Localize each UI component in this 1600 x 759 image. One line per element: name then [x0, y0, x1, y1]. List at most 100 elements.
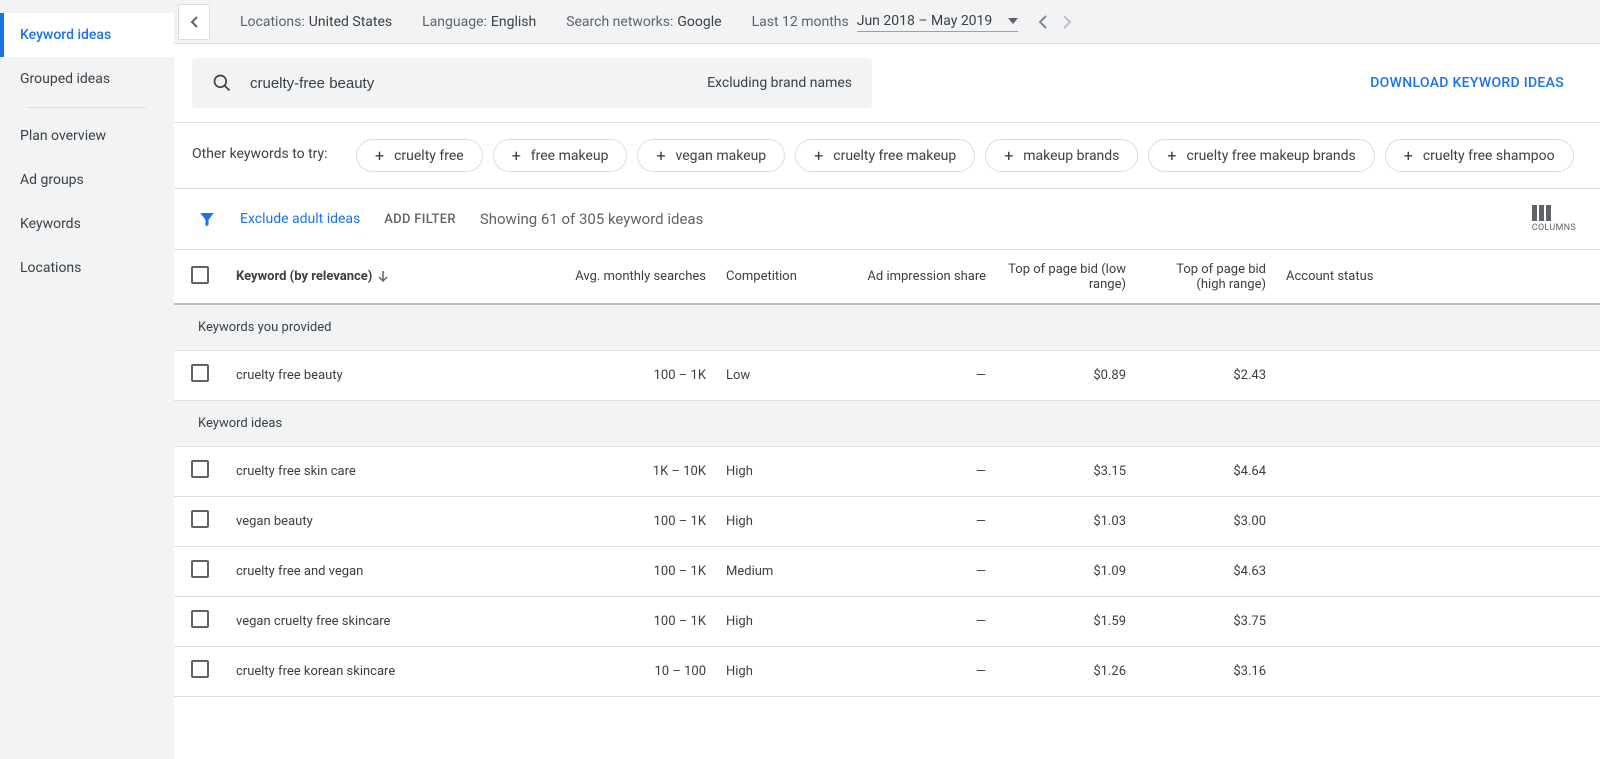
- suggestion-chip[interactable]: +cruelty free makeup brands: [1148, 139, 1374, 172]
- plus-icon: +: [814, 146, 823, 165]
- suggestion-chip[interactable]: + cruelty free shampoo: [1385, 139, 1574, 172]
- exclude-adult-ideas-link[interactable]: Exclude adult ideas: [240, 211, 360, 227]
- networks-selector[interactable]: Search networks: Google: [566, 14, 721, 30]
- plus-icon: +: [375, 146, 384, 165]
- cell-bid-high: $3.00: [1136, 496, 1276, 546]
- row-checkbox[interactable]: [191, 510, 209, 528]
- cell-competition: Low: [716, 350, 856, 400]
- topbar: Locations: United States Language: Engli…: [174, 0, 1600, 44]
- select-all-checkbox[interactable]: [191, 266, 209, 284]
- cell-status: [1276, 596, 1600, 646]
- table-row[interactable]: cruelty free and vegan100 – 1KMedium—$1.…: [174, 546, 1600, 596]
- date-prev-button[interactable]: [1034, 11, 1051, 33]
- locations-label: Locations:: [240, 14, 305, 30]
- cell-bid-low: $0.89: [996, 350, 1136, 400]
- cell-keyword: vegan cruelty free skincare: [226, 596, 506, 646]
- suggestion-chip[interactable]: +free makeup: [493, 139, 628, 172]
- download-keyword-ideas-button[interactable]: DOWNLOAD KEYWORD IDEAS: [1370, 75, 1582, 91]
- row-checkbox[interactable]: [191, 560, 209, 578]
- date-hint: Last 12 months: [752, 14, 849, 30]
- cell-status: [1276, 646, 1600, 696]
- table-row[interactable]: vegan beauty100 – 1KHigh—$1.03$3.00: [174, 496, 1600, 546]
- cell-bid-high: $4.64: [1136, 446, 1276, 496]
- row-checkbox[interactable]: [191, 610, 209, 628]
- filter-bar: Exclude adult ideas ADD FILTER Showing 6…: [174, 189, 1600, 250]
- cell-bid-low: $3.15: [996, 446, 1136, 496]
- cell-searches: 100 – 1K: [506, 596, 716, 646]
- suggestion-chip[interactable]: + vegan makeup: [637, 139, 785, 172]
- table-row[interactable]: cruelty free beauty100 – 1KLow—$0.89$2.4…: [174, 350, 1600, 400]
- cell-impression: —: [856, 446, 996, 496]
- columns-icon: [1532, 205, 1576, 221]
- locations-selector[interactable]: Locations: United States: [240, 14, 392, 30]
- plus-icon: +: [1404, 146, 1413, 165]
- sidebar-item-grouped-ideas[interactable]: Grouped ideas: [0, 57, 174, 101]
- cell-keyword: cruelty free skin care: [226, 446, 506, 496]
- cell-competition: High: [716, 446, 856, 496]
- columns-button[interactable]: COLUMNS: [1532, 205, 1576, 233]
- search-icon: [212, 73, 232, 93]
- cell-impression: —: [856, 496, 996, 546]
- sidebar-item-keywords[interactable]: Keywords: [0, 202, 174, 246]
- filter-icon[interactable]: [198, 210, 216, 228]
- cell-bid-high: $3.75: [1136, 596, 1276, 646]
- suggestion-chip[interactable]: + cruelty free makeup: [795, 139, 975, 172]
- header-status[interactable]: Account status: [1276, 250, 1600, 304]
- cell-bid-low: $1.09: [996, 546, 1136, 596]
- plus-icon: +: [656, 146, 665, 165]
- cell-bid-low: $1.59: [996, 596, 1136, 646]
- date-next-button[interactable]: [1059, 11, 1076, 33]
- plus-icon: +: [1004, 146, 1013, 165]
- cell-searches: 100 – 1K: [506, 546, 716, 596]
- sidebar-item-keyword-ideas[interactable]: Keyword ideas: [0, 13, 174, 57]
- chip-label: cruelty free makeup: [833, 148, 956, 164]
- sidebar-item-plan-overview[interactable]: Plan overview: [0, 114, 174, 158]
- search-bar: Excluding brand names: [192, 58, 872, 108]
- date-range-value: Jun 2018 – May 2019: [857, 13, 993, 29]
- columns-label: COLUMNS: [1532, 223, 1576, 233]
- chevron-left-icon: [190, 16, 198, 28]
- table-section-header: Keyword ideas: [174, 400, 1600, 446]
- table-row[interactable]: vegan cruelty free skincare100 – 1KHigh—…: [174, 596, 1600, 646]
- row-checkbox[interactable]: [191, 460, 209, 478]
- sidebar-divider: [28, 107, 146, 108]
- chip-label: cruelty free shampoo: [1423, 148, 1555, 164]
- row-checkbox[interactable]: [191, 364, 209, 382]
- cell-impression: —: [856, 546, 996, 596]
- cell-status: [1276, 446, 1600, 496]
- suggestion-chip[interactable]: + makeup brands: [985, 139, 1138, 172]
- cell-status: [1276, 496, 1600, 546]
- suggestions-label: Other keywords to try:: [192, 139, 332, 165]
- table-row[interactable]: cruelty free skin care1K – 10KHigh—$3.15…: [174, 446, 1600, 496]
- chip-label: cruelty free makeup brands: [1187, 148, 1356, 164]
- cell-competition: Medium: [716, 546, 856, 596]
- search-input[interactable]: [250, 75, 689, 92]
- header-searches[interactable]: Avg. monthly searches: [506, 250, 716, 304]
- chip-label: cruelty free: [394, 148, 464, 164]
- cell-impression: —: [856, 596, 996, 646]
- cell-competition: High: [716, 646, 856, 696]
- suggestion-chip[interactable]: + cruelty free: [356, 139, 483, 172]
- header-keyword[interactable]: Keyword (by relevance): [226, 250, 506, 304]
- add-filter-button[interactable]: ADD FILTER: [384, 212, 456, 227]
- header-impression[interactable]: Ad impression share: [856, 250, 996, 304]
- chevron-right-icon: [1063, 15, 1072, 29]
- language-selector[interactable]: Language: English: [422, 14, 536, 30]
- chip-label: makeup brands: [1023, 148, 1119, 164]
- chip-label: vegan makeup: [676, 148, 767, 164]
- sidebar-item-ad-groups[interactable]: Ad groups: [0, 158, 174, 202]
- date-range-selector[interactable]: Last 12 months Jun 2018 – May 2019: [752, 11, 1077, 33]
- collapse-sidebar-button[interactable]: [178, 4, 210, 40]
- cell-keyword: cruelty free beauty: [226, 350, 506, 400]
- header-competition[interactable]: Competition: [716, 250, 856, 304]
- header-bid-low[interactable]: Top of page bid (low range): [996, 250, 1136, 304]
- cell-searches: 10 – 100: [506, 646, 716, 696]
- excluding-text[interactable]: Excluding brand names: [707, 75, 852, 91]
- sidebar-item-locations[interactable]: Locations: [0, 246, 174, 290]
- cell-impression: —: [856, 350, 996, 400]
- header-bid-high[interactable]: Top of page bid (high range): [1136, 250, 1276, 304]
- chevron-down-icon: [1008, 18, 1018, 24]
- table-row[interactable]: cruelty free korean skincare10 – 100High…: [174, 646, 1600, 696]
- row-checkbox[interactable]: [191, 660, 209, 678]
- suggestions-section: Other keywords to try: + cruelty free +fre…: [174, 123, 1600, 189]
